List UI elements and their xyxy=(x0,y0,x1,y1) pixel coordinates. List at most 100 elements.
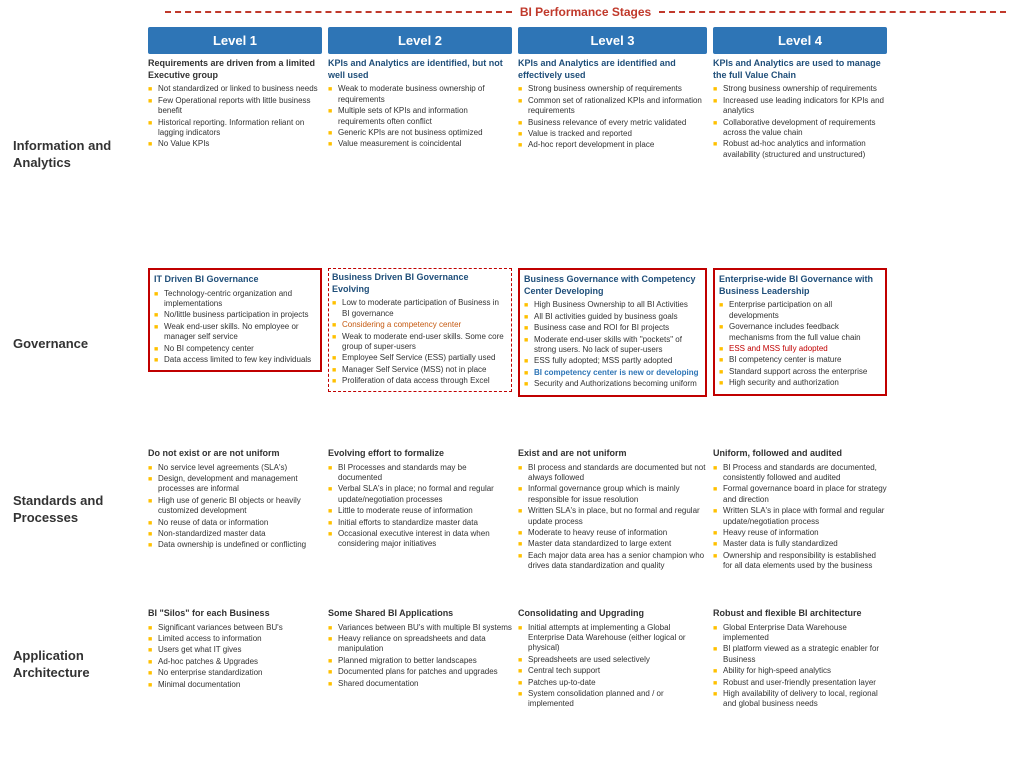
columns-area: Level 1 Requirements are driven from a l… xyxy=(145,24,1006,771)
l2-info-analytics: KPIs and Analytics are identified, but n… xyxy=(328,58,512,263)
l1-app-list: Significant variances between BU's Limit… xyxy=(148,623,322,690)
category-governance-label: Governance xyxy=(13,336,88,353)
l2-gov-item-2: Considering a competency center xyxy=(332,320,508,330)
l2-governance: Business Driven BI Governance Evolving L… xyxy=(328,268,512,443)
category-application-label: ApplicationArchitecture xyxy=(13,648,90,682)
l2-standards-list: BI Processes and standards may be docume… xyxy=(328,463,512,550)
l2-app-item-3: Planned migration to better landscapes xyxy=(328,656,512,666)
l1-standards-list: No service level agreements (SLA's) Desi… xyxy=(148,463,322,551)
l4-governance-title: Enterprise-wide BI Governance with Busin… xyxy=(719,274,881,297)
l4-governance: Enterprise-wide BI Governance with Busin… xyxy=(713,268,887,443)
l3-info-item-5: Ad-hoc report development in place xyxy=(518,140,707,150)
l4-info-item-4: Robust ad-hoc analytics and information … xyxy=(713,139,887,160)
l1-app-item-1: Significant variances between BU's xyxy=(148,623,322,633)
l3-gov-item-4: Moderate end-user skills with "pockets" … xyxy=(524,335,701,356)
l2-standards: Evolving effort to formalize BI Processe… xyxy=(328,448,512,603)
l4-gov-item-5: Standard support across the enterprise xyxy=(719,367,881,377)
l1-info-title: Requirements are driven from a limited E… xyxy=(148,58,322,81)
l2-gov-item-4: Employee Self Service (ESS) partially us… xyxy=(332,353,508,363)
l4-app-item-3: Ability for high-speed analytics xyxy=(713,666,887,676)
l2-info-item-4: Value measurement is coincidental xyxy=(328,139,512,149)
l3-app-title: Consolidating and Upgrading xyxy=(518,608,707,620)
l3-gov-item-6: BI competency center is new or developin… xyxy=(524,368,701,378)
l1-governance: IT Driven BI Governance Technology-centr… xyxy=(148,268,322,443)
l1-governance-title: IT Driven BI Governance xyxy=(154,274,316,286)
l3-governance: Business Governance with Competency Cent… xyxy=(518,268,707,443)
l4-app-item-4: Robust and user-friendly presentation la… xyxy=(713,678,887,688)
stage-title: BI Performance Stages xyxy=(512,5,659,19)
l4-info-item-1: Strong business ownership of requirement… xyxy=(713,84,887,94)
l1-info-analytics: Requirements are driven from a limited E… xyxy=(148,58,322,263)
l1-std-item-3: High use of generic BI objects or heavil… xyxy=(148,496,322,517)
l4-std-item-4: Heavy reuse of information xyxy=(713,528,887,538)
l4-std-item-5: Master data is fully standardized xyxy=(713,539,887,549)
l2-app-item-1: Variances between BU's with multiple BI … xyxy=(328,623,512,633)
l3-info-item-2: Common set of rationalized KPIs and info… xyxy=(518,96,707,117)
l4-governance-list: Enterprise participation on all developm… xyxy=(719,300,881,388)
l1-gov-item-5: Data access limited to few key individua… xyxy=(154,355,316,365)
l4-application: Robust and flexible BI architecture Glob… xyxy=(713,608,887,763)
l4-gov-item-4: BI competency center is mature xyxy=(719,355,881,365)
l1-gov-item-2: No/little business participation in proj… xyxy=(154,310,316,320)
l4-info-list: Strong business ownership of requirement… xyxy=(713,84,887,160)
l1-info-item-3: Historical reporting. Information relian… xyxy=(148,118,322,139)
l4-info-title: KPIs and Analytics are used to manage th… xyxy=(713,58,887,81)
l3-app-item-3: Central tech support xyxy=(518,666,707,676)
l3-app-item-5: System consolidation planned and / or im… xyxy=(518,689,707,710)
l2-app-item-5: Shared documentation xyxy=(328,679,512,689)
l1-std-item-5: Non-standardized master data xyxy=(148,529,322,539)
l3-standards-title: Exist and are not uniform xyxy=(518,448,707,460)
l2-info-list: Weak to moderate business ownership of r… xyxy=(328,84,512,149)
l4-std-item-1: BI Process and standards are documented,… xyxy=(713,463,887,484)
l3-standards: Exist and are not uniform BI process and… xyxy=(518,448,707,603)
l1-app-item-5: No enterprise standardization xyxy=(148,668,322,678)
l4-app-item-2: BI platform viewed as a strategic enable… xyxy=(713,644,887,665)
l1-app-item-3: Users get what IT gives xyxy=(148,645,322,655)
level-4-column: Level 4 KPIs and Analytics are used to m… xyxy=(710,24,890,771)
l3-gov-item-3: Business case and ROI for BI projects xyxy=(524,323,701,333)
l4-governance-border: Enterprise-wide BI Governance with Busin… xyxy=(713,268,887,396)
l4-app-item-5: High availability of delivery to local, … xyxy=(713,689,887,710)
l4-info-item-2: Increased use leading indicators for KPI… xyxy=(713,96,887,117)
l4-info-analytics: KPIs and Analytics are used to manage th… xyxy=(713,58,887,263)
l4-gov-item-1: Enterprise participation on all developm… xyxy=(719,300,881,321)
level-2-header: Level 2 xyxy=(328,27,512,54)
l1-gov-item-4: No BI competency center xyxy=(154,344,316,354)
l3-std-item-3: Written SLA's in place, but no formal an… xyxy=(518,506,707,527)
l1-governance-border: IT Driven BI Governance Technology-centr… xyxy=(148,268,322,372)
l2-governance-border: Business Driven BI Governance Evolving L… xyxy=(328,268,512,392)
l1-app-item-4: Ad-hoc patches & Upgrades xyxy=(148,657,322,667)
l4-std-item-2: Formal governance board in place for str… xyxy=(713,484,887,505)
l2-gov-item-3: Weak to moderate end-user skills. Some c… xyxy=(332,332,508,353)
level-1-column: Level 1 Requirements are driven from a l… xyxy=(145,24,325,771)
l4-gov-item-2: Governance includes feedback mechanisms … xyxy=(719,322,881,343)
l4-app-list: Global Enterprise Data Warehouse impleme… xyxy=(713,623,887,710)
l2-app-item-2: Heavy reliance on spreadsheets and data … xyxy=(328,634,512,655)
l3-gov-item-1: High Business Ownership to all BI Activi… xyxy=(524,300,701,310)
l4-app-title: Robust and flexible BI architecture xyxy=(713,608,887,620)
l1-standards: Do not exist or are not uniform No servi… xyxy=(148,448,322,603)
l2-gov-item-1: Low to moderate participation of Busines… xyxy=(332,298,508,319)
l3-info-item-4: Value is tracked and reported xyxy=(518,129,707,139)
category-governance: Governance xyxy=(5,257,145,432)
l1-std-item-2: Design, development and management proce… xyxy=(148,474,322,495)
l3-app-list: Initial attempts at implementing a Globa… xyxy=(518,623,707,710)
l2-std-item-4: Initial efforts to standardize master da… xyxy=(328,518,512,528)
l2-info-item-2: Multiple sets of KPIs and information re… xyxy=(328,106,512,127)
level-2-column: Level 2 KPIs and Analytics are identifie… xyxy=(325,24,515,771)
l3-app-item-1: Initial attempts at implementing a Globa… xyxy=(518,623,707,654)
l2-std-item-3: Little to moderate reuse of information xyxy=(328,506,512,516)
l2-gov-item-6: Proliferation of data access through Exc… xyxy=(332,376,508,386)
l2-info-item-3: Generic KPIs are not business optimized xyxy=(328,128,512,138)
l4-std-item-6: Ownership and responsibility is establis… xyxy=(713,551,887,572)
l1-app-title: BI "Silos" for each Business xyxy=(148,608,322,620)
main-layout: Information andAnalytics Governance Stan… xyxy=(5,24,1006,771)
l1-standards-title: Do not exist or are not uniform xyxy=(148,448,322,460)
l1-info-item-4: No Value KPIs xyxy=(148,139,322,149)
l2-std-item-1: BI Processes and standards may be docume… xyxy=(328,463,512,484)
l1-app-item-6: Minimal documentation xyxy=(148,680,322,690)
l3-std-item-4: Moderate to heavy reuse of information xyxy=(518,528,707,538)
l1-info-list: Not standardized or linked to business n… xyxy=(148,84,322,149)
category-application: ApplicationArchitecture xyxy=(5,587,145,742)
l3-gov-item-2: All BI activities guided by business goa… xyxy=(524,312,701,322)
